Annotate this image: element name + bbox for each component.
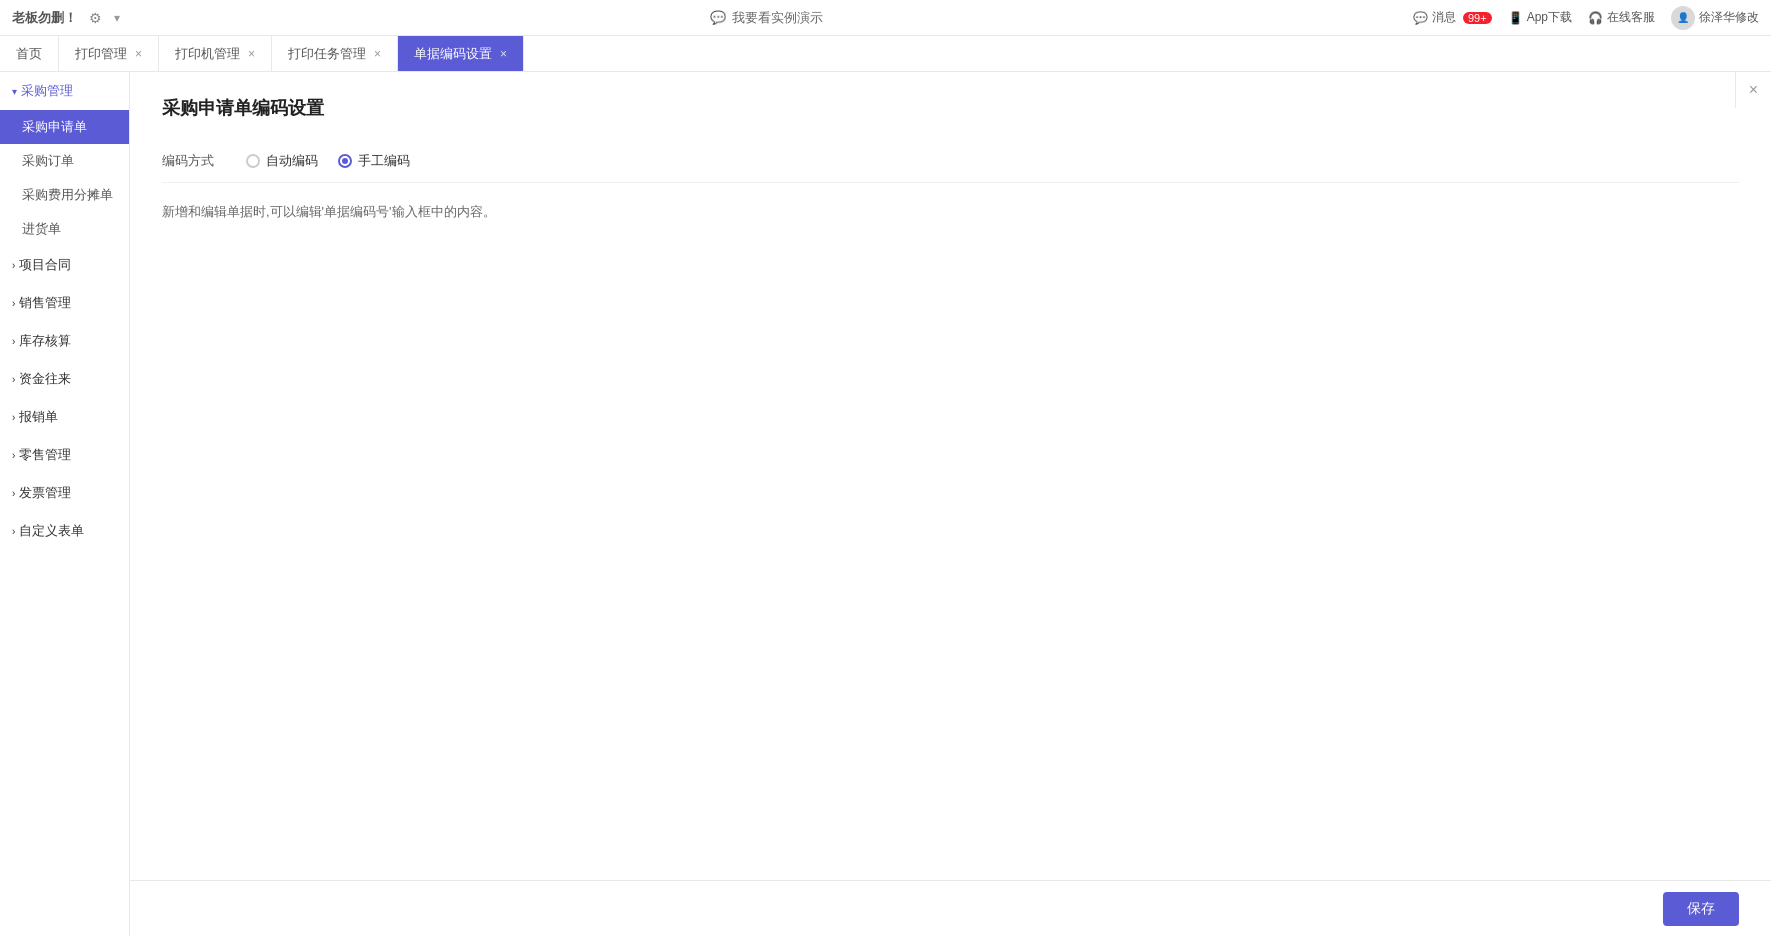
sidebar-group-expense-report[interactable]: › 报销单 bbox=[0, 398, 129, 436]
content-inner: 采购申请单编码设置 编码方式 自动编码 手工编码 bbox=[130, 72, 1771, 880]
tab-print-task-management[interactable]: 打印任务管理 × bbox=[272, 36, 398, 71]
sidebar-group-custom-form-label: 自定义表单 bbox=[19, 522, 84, 540]
sidebar-group-funds-label: 资金往来 bbox=[19, 370, 71, 388]
chevron-right-icon-custom: › bbox=[12, 526, 15, 537]
tab-code-settings[interactable]: 单据编码设置 × bbox=[398, 36, 524, 71]
sidebar-group-project-contract[interactable]: › 项目合同 bbox=[0, 246, 129, 284]
sidebar-item-purchase-order[interactable]: 采购订单 bbox=[0, 144, 129, 178]
sidebar-group-retail[interactable]: › 零售管理 bbox=[0, 436, 129, 474]
sidebar-item-purchase-request[interactable]: 采购申请单 bbox=[0, 110, 129, 144]
settings-icon[interactable]: ⚙ bbox=[89, 10, 102, 26]
hint-text: 新增和编辑单据时,可以编辑'单据编码号'输入框中的内容。 bbox=[162, 203, 1739, 221]
chevron-right-icon-retail: › bbox=[12, 450, 15, 461]
top-bar-left: 老板勿删！ ⚙ ▾ bbox=[12, 9, 120, 27]
save-button[interactable]: 保存 bbox=[1663, 892, 1739, 926]
app-icon: 📱 bbox=[1508, 11, 1523, 25]
sidebar-group-expense-report-label: 报销单 bbox=[19, 408, 58, 426]
tab-home-label: 首页 bbox=[16, 45, 42, 63]
auto-code-label: 自动编码 bbox=[266, 152, 318, 170]
content-area: 采购申请单编码设置 编码方式 自动编码 手工编码 bbox=[130, 72, 1771, 936]
sidebar-group-invoice-label: 发票管理 bbox=[19, 484, 71, 502]
main-layout: ▾ 采购管理 采购申请单 采购订单 采购费用分摊单 进货单 › 项目合同 › 销… bbox=[0, 72, 1771, 936]
sidebar-group-inventory-label: 库存核算 bbox=[19, 332, 71, 350]
avatar: 👤 bbox=[1671, 6, 1695, 30]
sidebar: ▾ 采购管理 采购申请单 采购订单 采购费用分摊单 进货单 › 项目合同 › 销… bbox=[0, 72, 130, 936]
sidebar-group-retail-label: 零售管理 bbox=[19, 446, 71, 464]
sidebar-group-project-contract-label: 项目合同 bbox=[19, 256, 71, 274]
footer-bar: 保存 bbox=[130, 880, 1771, 936]
chevron-right-icon-sales: › bbox=[12, 298, 15, 309]
chevron-right-icon-invoice: › bbox=[12, 488, 15, 499]
message-icon: 💬 bbox=[1413, 11, 1428, 25]
tab-bar: 首页 打印管理 × 打印机管理 × 打印任务管理 × 单据编码设置 × × bbox=[0, 36, 1771, 72]
tab-print-task-management-close[interactable]: × bbox=[374, 47, 381, 61]
tab-code-settings-close[interactable]: × bbox=[500, 47, 507, 61]
sidebar-group-sales-label: 销售管理 bbox=[19, 294, 71, 312]
radio-auto-circle bbox=[246, 154, 260, 168]
chevron-right-icon-inventory: › bbox=[12, 336, 15, 347]
headset-icon: 🎧 bbox=[1588, 11, 1603, 25]
page-close-btn[interactable]: × bbox=[1735, 72, 1771, 108]
sidebar-item-purchase-expense[interactable]: 采购费用分摊单 bbox=[0, 178, 129, 212]
tab-code-settings-label: 单据编码设置 bbox=[414, 45, 492, 63]
message-label: 消息 bbox=[1432, 9, 1456, 26]
tab-print-management-label: 打印管理 bbox=[75, 45, 127, 63]
online-service-btn[interactable]: 🎧 在线客服 bbox=[1588, 9, 1655, 26]
page-title: 采购申请单编码设置 bbox=[162, 96, 1739, 120]
manual-code-label: 手工编码 bbox=[358, 152, 410, 170]
demo-link[interactable]: 💬 我要看实例演示 bbox=[710, 9, 823, 27]
tab-print-management[interactable]: 打印管理 × bbox=[59, 36, 159, 71]
tab-printer-management-label: 打印机管理 bbox=[175, 45, 240, 63]
chevron-right-icon-expense: › bbox=[12, 412, 15, 423]
tab-print-task-management-label: 打印任务管理 bbox=[288, 45, 366, 63]
sidebar-item-goods-receipt[interactable]: 进货单 bbox=[0, 212, 129, 246]
sidebar-group-invoice[interactable]: › 发票管理 bbox=[0, 474, 129, 512]
sidebar-group-procurement-label: 采购管理 bbox=[21, 82, 73, 100]
top-bar: 老板勿删！ ⚙ ▾ 💬 我要看实例演示 💬 消息 99+ 📱 App下载 🎧 在… bbox=[0, 0, 1771, 36]
sidebar-group-sales[interactable]: › 销售管理 bbox=[0, 284, 129, 322]
tab-home[interactable]: 首页 bbox=[0, 36, 59, 71]
coding-mode-row: 编码方式 自动编码 手工编码 bbox=[162, 140, 1739, 183]
tab-printer-management-close[interactable]: × bbox=[248, 47, 255, 61]
top-bar-right: 💬 消息 99+ 📱 App下载 🎧 在线客服 👤 徐泽华修改 bbox=[1413, 6, 1759, 30]
tab-print-management-close[interactable]: × bbox=[135, 47, 142, 61]
user-profile-btn[interactable]: 👤 徐泽华修改 bbox=[1671, 6, 1759, 30]
coding-mode-label: 编码方式 bbox=[162, 152, 222, 170]
sidebar-group-procurement[interactable]: ▾ 采购管理 bbox=[0, 72, 129, 110]
radio-manual-code[interactable]: 手工编码 bbox=[338, 152, 410, 170]
chevron-down-icon: ▾ bbox=[12, 86, 17, 97]
brand-text: 老板勿删！ bbox=[12, 9, 77, 27]
sidebar-group-funds[interactable]: › 资金往来 bbox=[0, 360, 129, 398]
radio-manual-circle bbox=[338, 154, 352, 168]
chevron-right-icon-funds: › bbox=[12, 374, 15, 385]
sidebar-group-inventory[interactable]: › 库存核算 bbox=[0, 322, 129, 360]
radio-auto-code[interactable]: 自动编码 bbox=[246, 152, 318, 170]
sidebar-group-custom-form[interactable]: › 自定义表单 bbox=[0, 512, 129, 550]
message-badge: 99+ bbox=[1463, 12, 1492, 24]
message-btn[interactable]: 💬 消息 99+ bbox=[1413, 9, 1492, 26]
user-name: 徐泽华修改 bbox=[1699, 9, 1759, 26]
radio-group: 自动编码 手工编码 bbox=[246, 152, 410, 170]
tab-printer-management[interactable]: 打印机管理 × bbox=[159, 36, 272, 71]
dropdown-icon[interactable]: ▾ bbox=[114, 11, 120, 25]
chevron-right-icon: › bbox=[12, 260, 15, 271]
app-download-btn[interactable]: 📱 App下载 bbox=[1508, 9, 1572, 26]
